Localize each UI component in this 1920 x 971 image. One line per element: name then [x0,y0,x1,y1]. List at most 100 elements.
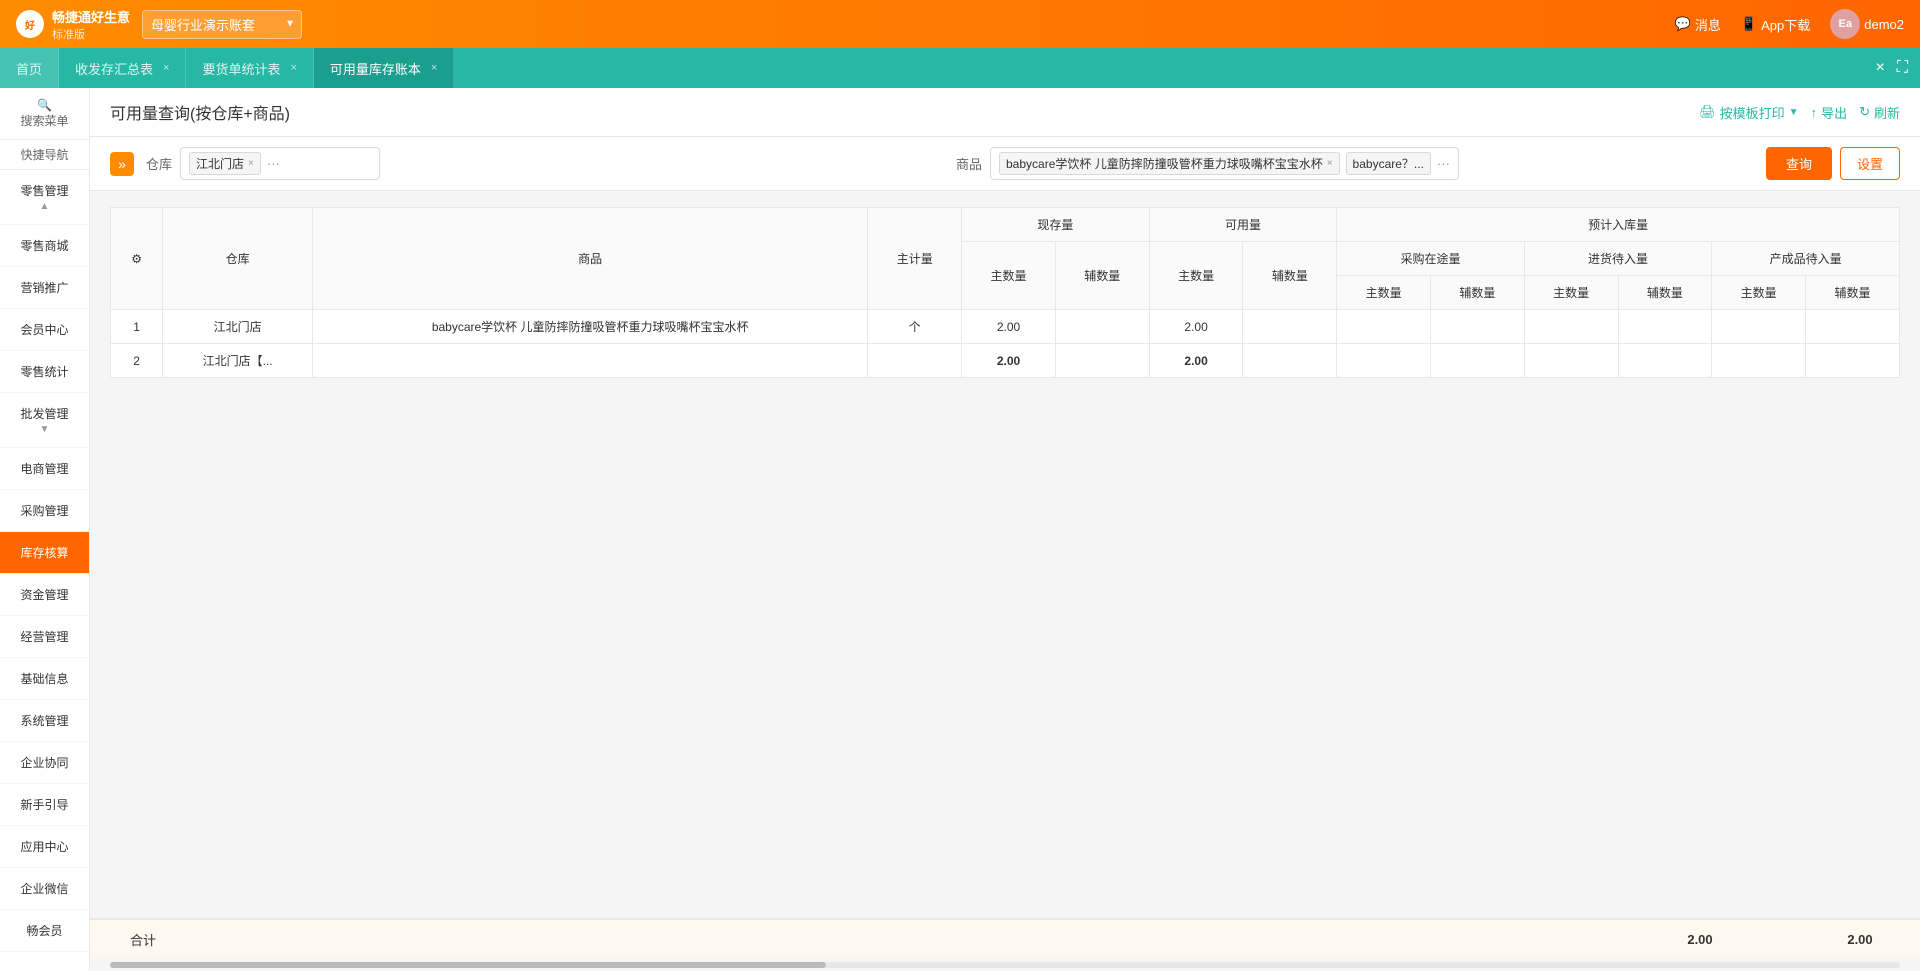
tab-available[interactable]: 可用量库存账本 × [314,48,454,88]
tab-orders-close[interactable]: × [290,62,296,74]
row2-unit [868,344,962,378]
sidebar-item-retail-mall[interactable]: 零售商城 [0,225,89,267]
th-current-main: 主数量 [962,242,1056,310]
tab-available-close[interactable]: × [431,62,437,74]
th-current-stock: 现存量 [962,208,1150,242]
chevron-icon-retail: ▲ [40,201,50,212]
export-btn[interactable]: ↑ 导出 [1811,103,1848,122]
user-avatar-area[interactable]: Ea demo2 [1830,9,1904,39]
sidebar-item-newbie[interactable]: 新手引导 [0,784,89,826]
sidebar-item-marketing[interactable]: 营销推广 [0,267,89,309]
sidebar-item-finance[interactable]: 资金管理 [0,574,89,616]
product-tag-2: babycare？... [1346,152,1431,175]
warehouse-filter-group: 仓库 江北门店 × ··· [146,147,944,180]
row1-p-in-sub [1430,310,1524,344]
row2-current-main: 2.00 [962,344,1056,378]
product-tag-container[interactable]: babycare学饮杯 儿童防摔防撞吸管杯重力球吸嘴杯宝宝水杯 × babyca… [990,147,1459,180]
sidebar-label-retail-stat: 零售统计 [20,363,68,380]
message-btn[interactable]: 💬 消息 [1675,15,1721,34]
sidebar-item-retail-mgmt[interactable]: 零售管理 ▲ [0,170,89,225]
sidebar-item-basic[interactable]: 基础信息 [0,658,89,700]
warehouse-tag-text: 江北门店 [196,155,244,172]
sidebar-quicknav[interactable]: 快捷导航 [0,140,89,170]
message-label: 消息 [1695,15,1721,34]
row1-prod-in-sub [1806,310,1900,344]
user-name: demo2 [1864,17,1904,32]
settings-btn[interactable]: 设置 [1840,147,1900,180]
warehouse-filter-dots[interactable]: ··· [267,156,280,171]
tab-receipts[interactable]: 收发存汇总表 × [59,48,186,88]
header-actions: 🖨 按模板打印 ▼ ↑ 导出 ↻ 刷新 [1699,103,1900,122]
print-btn[interactable]: 🖨 按模板打印 ▼ [1699,103,1798,122]
tab-close-all-btn[interactable]: × [1875,59,1884,77]
top-bar-left: 好 畅捷通好生意 标准版 母婴行业演示账套 ▼ [16,7,302,42]
row2-p-in-sub [1430,344,1524,378]
total-current-main: 2.00 [1660,932,1740,947]
product-tag-1-text: babycare学饮杯 儿童防摔防撞吸管杯重力球吸嘴杯宝宝水杯 [1006,155,1323,172]
sidebar-item-wholesale[interactable]: 批发管理 ▼ [0,393,89,448]
th-current-sub: 辅数量 [1055,242,1149,310]
sidebar-label-ecommerce: 电商管理 [20,460,68,477]
sidebar-item-member[interactable]: 会员中心 [0,309,89,351]
th-expected-in: 预计入库量 [1337,208,1900,242]
sidebar-item-ecommerce[interactable]: 电商管理 [0,448,89,490]
product-filter-dots[interactable]: ··· [1437,156,1450,171]
avatar: Ea [1830,9,1860,39]
page-header: 可用量查询(按仓库+商品) 🖨 按模板打印 ▼ ↑ 导出 ↻ 刷新 [90,88,1920,137]
row1-current-sub [1055,310,1149,344]
tab-home[interactable]: 首页 [0,48,59,88]
page-title: 可用量查询(按仓库+商品) [110,100,290,124]
sidebar-item-purchase[interactable]: 采购管理 [0,490,89,532]
table-container: ⚙ 仓库 商品 主计量 现存量 可用量 预计入库量 主数量 辅数量 主数量 辅数… [90,191,1920,918]
logo-labels: 畅捷通好生意 标准版 [52,7,130,42]
sidebar-item-app-center[interactable]: 应用中心 [0,826,89,868]
company-name: 母婴行业演示账套 [151,18,255,33]
warehouse-tag-container[interactable]: 江北门店 × ··· [180,147,380,180]
content-area: 可用量查询(按仓库+商品) 🖨 按模板打印 ▼ ↑ 导出 ↻ 刷新 » [90,88,1920,971]
warehouse-tag: 江北门店 × [189,152,261,175]
app-label: App下载 [1761,15,1810,34]
sidebar-item-vip[interactable]: 畅会员 [0,910,89,952]
scroll-track [110,962,1900,968]
tab-orders-label: 要货单统计表 [202,59,280,78]
expand-filter-btn[interactable]: » [110,152,134,176]
sidebar-item-system[interactable]: 系统管理 [0,700,89,742]
row2-product [312,344,867,378]
sidebar-label-marketing: 营销推广 [20,279,68,296]
th-settings[interactable]: ⚙ [111,208,163,310]
sidebar-item-wechat[interactable]: 企业微信 [0,868,89,910]
app-download-btn[interactable]: 📱 App下载 [1741,15,1810,34]
warehouse-tag-remove[interactable]: × [248,158,254,169]
sidebar-label-retail-mall: 零售商城 [20,237,68,254]
sidebar-item-inventory[interactable]: 库存核算 [0,532,89,574]
product-tag-2-text: babycare？... [1353,155,1424,172]
tab-receipts-close[interactable]: × [163,62,169,74]
sidebar-label-finance: 资金管理 [20,586,68,603]
scroll-thumb [110,962,826,968]
sidebar-item-retail-stat[interactable]: 零售统计 [0,351,89,393]
company-selector[interactable]: 母婴行业演示账套 ▼ [142,10,302,39]
sidebar-item-operation[interactable]: 经营管理 [0,616,89,658]
row1-g-in-main [1524,310,1618,344]
product-tag-1-remove[interactable]: × [1327,158,1333,169]
th-warehouse: 仓库 [163,208,313,310]
product-filter-group: 商品 babycare学饮杯 儿童防摔防撞吸管杯重力球吸嘴杯宝宝水杯 × bab… [956,147,1754,180]
tab-receipts-label: 收发存汇总表 [75,59,153,78]
table-row: 1 江北门店 babycare学饮杯 儿童防摔防撞吸管杯重力球吸嘴杯宝宝水杯 个… [111,310,1900,344]
sidebar-item-enterprise[interactable]: 企业协同 [0,742,89,784]
filter-row: » 仓库 江北门店 × ··· 商品 babycare学饮杯 儿童防摔防撞吸管杯… [90,137,1920,191]
sidebar-label-inventory: 库存核算 [20,544,68,561]
sidebar-label-newbie: 新手引导 [20,796,68,813]
tab-expand-btn[interactable]: ⛶ [1897,59,1908,77]
row1-prod-in-main [1712,310,1806,344]
th-goods-in: 进货待入量 [1524,242,1712,276]
query-btn[interactable]: 查询 [1766,147,1832,180]
sidebar-search[interactable]: 🔍 搜索菜单 [0,88,89,140]
refresh-btn[interactable]: ↻ 刷新 [1859,103,1900,122]
sidebar-label-basic: 基础信息 [20,670,68,687]
row1-unit: 个 [868,310,962,344]
bottom-scroll[interactable] [90,959,1920,971]
tab-orders[interactable]: 要货单统计表 × [186,48,313,88]
th-goods-in-sub: 辅数量 [1618,276,1712,310]
sidebar: 🔍 搜索菜单 快捷导航 零售管理 ▲ 零售商城 营销推广 会员中心 零售统计 批… [0,88,90,971]
